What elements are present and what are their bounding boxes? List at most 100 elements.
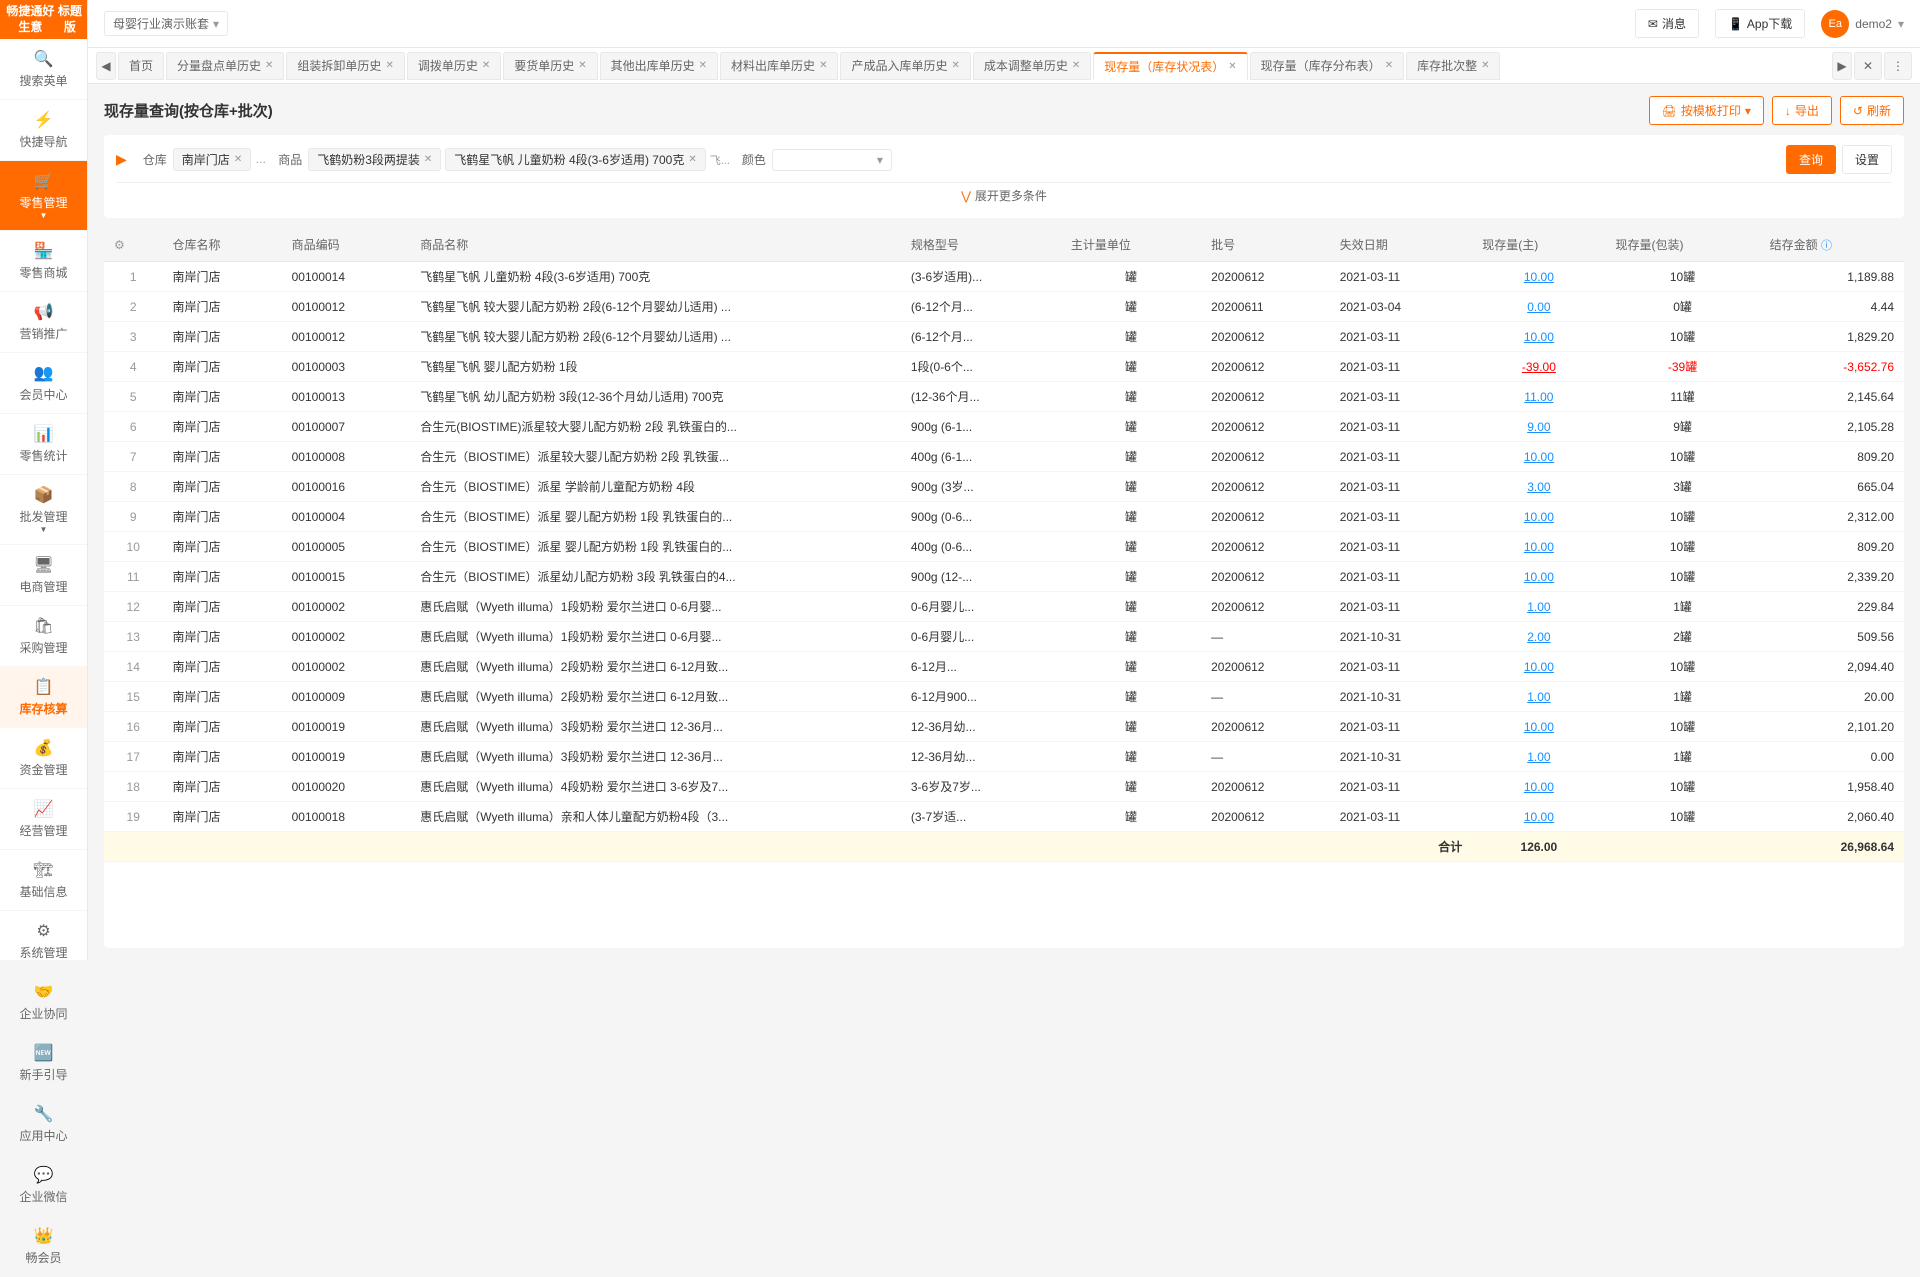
tab-close-6[interactable]: ✕: [819, 60, 827, 71]
tab-cheng_ben[interactable]: 成本调整单历史✕: [973, 52, 1091, 80]
product-tag-0[interactable]: 飞鹤奶粉3段两提装 ✕: [308, 148, 441, 171]
sidebar-item-6[interactable]: 📊零售统计: [0, 414, 87, 475]
sidebar-item-19[interactable]: 👑畅会员: [0, 1216, 87, 1277]
sidebar-item-13[interactable]: 🏗基础信息: [0, 850, 87, 911]
color-dropdown-icon: ▾: [877, 153, 883, 167]
sidebar-item-2[interactable]: 🛒零售管理▼: [0, 161, 87, 231]
msg-btn[interactable]: ✉ 消息: [1635, 9, 1699, 38]
filter-toggle-icon[interactable]: ▶: [116, 151, 127, 168]
tab-close-1[interactable]: ✕: [265, 60, 273, 71]
row-qty-main-14[interactable]: 1.00: [1472, 682, 1605, 712]
tab-xian_cun_zhuang[interactable]: 现存量（库存状况表）✕: [1093, 52, 1247, 80]
warehouse-tag-0[interactable]: 南岸门店 ✕: [173, 148, 251, 171]
tab-close-4[interactable]: ✕: [578, 60, 586, 71]
sidebar-icon-16: 🆕: [34, 1043, 54, 1063]
sidebar-item-9[interactable]: 🛍采购管理: [0, 606, 87, 667]
tab-xian_cun_fen[interactable]: 现存量（库存分布表）✕: [1250, 52, 1404, 80]
table-row: 11 南岸门店 00100015 合生元（BIOSTIME）派星幼儿配方奶粉 3…: [104, 562, 1904, 592]
row-qty-main-3[interactable]: -39.00: [1472, 352, 1605, 382]
tab-ku_pi[interactable]: 库存批次整✕: [1406, 52, 1500, 80]
tab-close-8[interactable]: ✕: [1072, 60, 1080, 71]
row-qty-main-6[interactable]: 10.00: [1472, 442, 1605, 472]
sidebar-item-11[interactable]: 💰资金管理: [0, 728, 87, 789]
tab-fen_pan[interactable]: 分量盘点单历史✕: [166, 52, 284, 80]
color-select[interactable]: ▾: [772, 149, 892, 171]
export-btn[interactable]: ↓ 导出: [1772, 96, 1832, 125]
row-qty-main-7[interactable]: 3.00: [1472, 472, 1605, 502]
row-qty-main-1[interactable]: 0.00: [1472, 292, 1605, 322]
row-qty-main-17[interactable]: 10.00: [1472, 772, 1605, 802]
row-qty-main-8[interactable]: 10.00: [1472, 502, 1605, 532]
tab-home[interactable]: 首页: [118, 52, 164, 80]
row-qty-main-11[interactable]: 1.00: [1472, 592, 1605, 622]
tab-scroll-right[interactable]: ▶: [1832, 52, 1852, 80]
tab-close-all[interactable]: ✕: [1854, 52, 1882, 80]
row-qty-pkg-2: 10罐: [1605, 322, 1759, 352]
tab-chan_pin_ru[interactable]: 产成品入库单历史✕: [840, 52, 970, 80]
warehouse-tag-close-0[interactable]: ✕: [234, 154, 242, 165]
sidebar-icon-13: 🏗: [33, 860, 53, 880]
tab-qi_ta_chu[interactable]: 其他出库单历史✕: [600, 52, 718, 80]
sidebar-item-0[interactable]: 🔍搜索英单: [0, 39, 87, 100]
product-tag-close-0[interactable]: ✕: [424, 154, 432, 165]
row-batch-3: 20200612: [1201, 352, 1330, 382]
sidebar-item-4[interactable]: 📢营销推广: [0, 292, 87, 353]
row-batch-14: —: [1201, 682, 1330, 712]
table-row: 12 南岸门店 00100002 惠氏启赋（Wyeth illuma）1段奶粉 …: [104, 592, 1904, 622]
sidebar-item-15[interactable]: 🤝企业协同: [0, 972, 87, 1033]
sidebar-item-17[interactable]: 🔧应用中心: [0, 1094, 87, 1155]
tab-scroll-left[interactable]: ◀: [96, 52, 116, 80]
row-qty-main-10[interactable]: 10.00: [1472, 562, 1605, 592]
row-spec-17: 3-6岁及7岁...: [901, 772, 1061, 802]
row-qty-main-18[interactable]: 10.00: [1472, 802, 1605, 832]
tab-cai_liao_chu[interactable]: 材料出库单历史✕: [720, 52, 838, 80]
tab-close-10[interactable]: ✕: [1385, 60, 1393, 71]
row-qty-main-15[interactable]: 10.00: [1472, 712, 1605, 742]
sidebar-item-1[interactable]: ⚡快捷导航: [0, 100, 87, 161]
sidebar-item-14[interactable]: ⚙系统管理: [0, 911, 87, 972]
row-qty-main-12[interactable]: 2.00: [1472, 622, 1605, 652]
row-qty-main-5[interactable]: 9.00: [1472, 412, 1605, 442]
tab-menu[interactable]: ⋮: [1884, 52, 1912, 80]
row-qty-main-13[interactable]: 10.00: [1472, 652, 1605, 682]
sidebar-item-3[interactable]: 🏪零售商城: [0, 231, 87, 292]
tab-yao_huo[interactable]: 要货单历史✕: [503, 52, 597, 80]
app-dl-btn[interactable]: 📱 App下载: [1715, 9, 1805, 38]
row-qty-main-4[interactable]: 11.00: [1472, 382, 1605, 412]
account-selector[interactable]: 母婴行业演示账套 ▾: [104, 11, 228, 36]
sidebar-item-10[interactable]: 📋库存核算: [0, 667, 87, 728]
tab-close-3[interactable]: ✕: [482, 60, 490, 71]
sidebar-item-18[interactable]: 💬企业微信: [0, 1155, 87, 1216]
product-tag-1[interactable]: 飞鹤星飞帆 儿童奶粉 4段(3-6岁适用) 700克 ✕: [445, 148, 705, 171]
row-qty-main-2[interactable]: 10.00: [1472, 322, 1605, 352]
tab-zu_chai[interactable]: 组装拆卸单历史✕: [286, 52, 404, 80]
sidebar-item-12[interactable]: 📈经营管理: [0, 789, 87, 850]
settings-btn[interactable]: 设置: [1842, 145, 1892, 174]
expand-conditions-btn[interactable]: ⋁ 展开更多条件: [116, 182, 1892, 208]
tab-close-5[interactable]: ✕: [699, 60, 707, 71]
row-qty-main-9[interactable]: 10.00: [1472, 532, 1605, 562]
sidebar-label-14: 系统管理: [19, 944, 67, 961]
tab-tiao_bo[interactable]: 调拨单历史✕: [407, 52, 501, 80]
warehouse-more[interactable]: …: [255, 154, 266, 166]
sidebar-item-16[interactable]: 🆕新手引导: [0, 1033, 87, 1094]
tab-close-2[interactable]: ✕: [385, 60, 393, 71]
sidebar-item-8[interactable]: 🖥电商管理: [0, 545, 87, 606]
sidebar: 畅捷通好生意 标题版 🔍搜索英单⚡快捷导航🛒零售管理▼🏪零售商城📢营销推广👥会员…: [0, 0, 88, 960]
print-btn[interactable]: 🖨 按模板打印 ▾: [1649, 96, 1764, 125]
row-qty-main-16[interactable]: 1.00: [1472, 742, 1605, 772]
sidebar-item-7[interactable]: 📦批发管理▼: [0, 475, 87, 545]
row-code-0: 00100014: [282, 262, 411, 292]
row-code-11: 00100002: [282, 592, 411, 622]
settings-col-icon[interactable]: ⚙: [114, 238, 125, 252]
row-qty-main-0[interactable]: 10.00: [1472, 262, 1605, 292]
tab-close-7[interactable]: ✕: [951, 60, 959, 71]
tab-close-9[interactable]: ✕: [1228, 61, 1236, 72]
sidebar-item-5[interactable]: 👥会员中心: [0, 353, 87, 414]
tab-close-11[interactable]: ✕: [1481, 60, 1489, 71]
product-tag-close-1[interactable]: ✕: [688, 154, 696, 165]
user-profile[interactable]: Ea demo2 ▾: [1821, 10, 1904, 38]
product-more[interactable]: 飞...: [710, 152, 730, 168]
query-btn[interactable]: 查询: [1786, 145, 1836, 174]
refresh-btn[interactable]: ↺ 刷新: [1840, 96, 1904, 125]
